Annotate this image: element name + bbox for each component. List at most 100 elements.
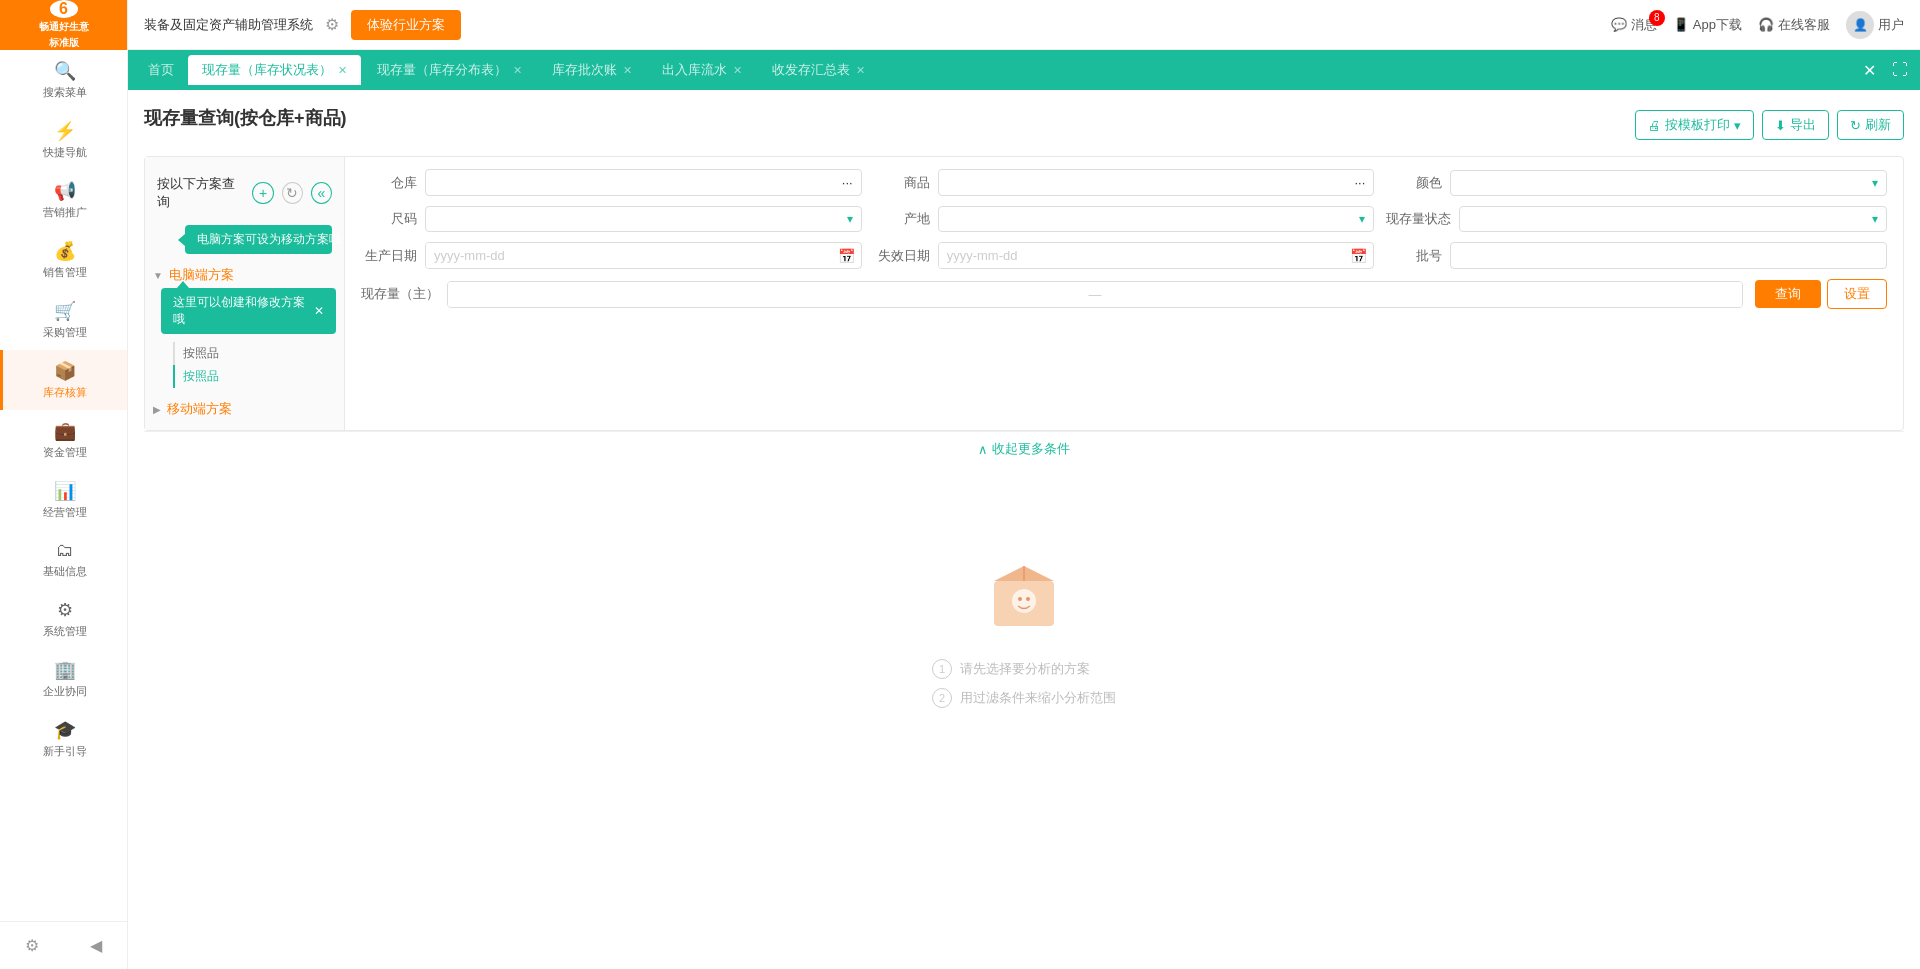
add-scheme-btn[interactable]: +	[252, 182, 273, 204]
sub-item-label: 按照品	[183, 346, 219, 360]
scheme-pc-item[interactable]: ▼ 电脑端方案	[145, 262, 344, 288]
lightning-icon: ⚡	[54, 120, 76, 142]
sidebar-item-purchase[interactable]: 🛒 采购管理	[0, 290, 127, 350]
tab-inventory-dist[interactable]: 现存量（库存分布表） ✕	[363, 55, 536, 85]
building-icon: 🏢	[54, 659, 76, 681]
export-btn[interactable]: ⬇ 导出	[1762, 110, 1829, 140]
filter-field-stock-main: 现存量（主） —	[361, 281, 1743, 308]
origin-chevron-icon: ▾	[1359, 212, 1365, 226]
back-scheme-btn[interactable]: «	[311, 182, 332, 204]
tooltip2-popup: 这里可以创建和修改方案哦 ✕	[161, 288, 336, 334]
tab-inventory-status[interactable]: 现存量（库存状况表） ✕	[188, 55, 361, 85]
user-btn[interactable]: 👤 用户	[1846, 11, 1904, 39]
sidebar-item-inventory[interactable]: 📦 库存核算	[0, 350, 127, 410]
online-support-btn[interactable]: 🎧 在线客服	[1758, 16, 1830, 34]
refresh-btn[interactable]: ↻ 刷新	[1837, 110, 1904, 140]
tab-inout-close[interactable]: ✕	[733, 64, 742, 77]
tab-recv[interactable]: 收发存汇总表 ✕	[758, 55, 879, 85]
sidebar-item-guide[interactable]: 🎓 新手引导	[0, 709, 127, 769]
size-select[interactable]: ▾	[425, 206, 862, 232]
tab-close-all-icon[interactable]: ✕	[1859, 57, 1880, 84]
stock-main-max[interactable]	[1108, 282, 1743, 307]
sidebar-item-search[interactable]: 🔍 搜索菜单	[0, 50, 127, 110]
logo-name: 畅通好生意	[39, 20, 89, 34]
scheme-mobile-item[interactable]: ▶ 移动端方案	[145, 396, 344, 422]
app-download-btn[interactable]: 📱 App下载	[1673, 16, 1742, 34]
set-btn[interactable]: 设置	[1827, 279, 1887, 309]
sidebar-item-operations[interactable]: 📊 经营管理	[0, 470, 127, 530]
online-support-label: 在线客服	[1778, 16, 1830, 34]
export-icon: ⬇	[1775, 118, 1786, 133]
stock-status-select[interactable]: ▾	[1459, 206, 1887, 232]
print-btn[interactable]: 🖨 按模板打印 ▾	[1635, 110, 1754, 140]
settings-bottom-icon[interactable]: ⚙	[21, 932, 43, 959]
tooltip2-close[interactable]: ✕	[314, 304, 324, 318]
prod-date-calendar-icon[interactable]: 📅	[832, 248, 861, 264]
tab-inventory-dist-close[interactable]: ✕	[513, 64, 522, 77]
sidebar-bottom: ⚙ ◀	[0, 921, 127, 969]
tooltip1-text: 电脑方案可设为移动方案哦	[197, 231, 341, 248]
tab-inout[interactable]: 出入库流水 ✕	[648, 55, 756, 85]
filter-label: 按以下方案查询	[157, 175, 244, 211]
refresh-scheme-btn[interactable]: ↻	[282, 182, 303, 204]
step2-text: 用过滤条件来缩小分析范围	[960, 684, 1116, 713]
filter-row-3: 生产日期 📅 失效日期 📅	[361, 242, 1887, 269]
collapse-up-icon: ∧	[978, 442, 988, 457]
tab-batch-close[interactable]: ✕	[623, 64, 632, 77]
prod-date-start[interactable]	[426, 243, 832, 268]
sidebar-item-marketing[interactable]: 📢 营销推广	[0, 170, 127, 230]
trial-btn[interactable]: 体验行业方案	[351, 10, 461, 40]
sidebar-item-label: 库存核算	[43, 385, 87, 400]
collapse-bar[interactable]: ∧ 收起更多条件	[144, 431, 1904, 466]
filter-container: 按以下方案查询 + ↻ « 电脑方案可设为移动方案哦 ✕ ▼	[144, 156, 1904, 431]
topbar: 装备及固定资产辅助管理系统 ⚙ 体验行业方案 💬 消息 8 📱 App下载 🎧 …	[128, 0, 1920, 50]
collapse-sidebar-icon[interactable]: ◀	[86, 932, 106, 959]
goods-select[interactable]: ···	[938, 169, 1375, 196]
tab-batch[interactable]: 库存批次账 ✕	[538, 55, 646, 85]
avatar: 👤	[1846, 11, 1874, 39]
batch-input[interactable]	[1450, 242, 1887, 269]
tab-inventory-status-close[interactable]: ✕	[338, 64, 347, 77]
svg-point-3	[1012, 589, 1036, 613]
tab-recv-close[interactable]: ✕	[856, 64, 865, 77]
color-select[interactable]: ▾	[1450, 170, 1887, 196]
sidebar-item-system[interactable]: ⚙ 系统管理	[0, 589, 127, 649]
origin-select[interactable]: ▾	[938, 206, 1375, 232]
tab-fullscreen-icon[interactable]: ⛶	[1888, 57, 1912, 84]
tab-home[interactable]: 首页	[136, 55, 186, 85]
stock-status-chevron-icon: ▾	[1872, 212, 1878, 226]
stock-main-min[interactable]	[448, 282, 1083, 307]
scheme-sub-list: 按照品 按照品	[145, 342, 344, 388]
expire-date-start[interactable]	[939, 243, 1345, 268]
tab-inventory-dist-label: 现存量（库存分布表）	[377, 61, 507, 79]
sidebar-item-label: 经营管理	[43, 505, 87, 520]
search-btn[interactable]: 查询	[1755, 280, 1821, 308]
page-header: 现存量查询(按仓库+商品) 🖨 按模板打印 ▾ ⬇ 导出 ↻ 刷新	[144, 106, 1904, 144]
warehouse-dots: ···	[842, 175, 853, 190]
filter-field-stock-status: 现存量状态 ▾	[1386, 206, 1887, 232]
money-icon: 💰	[54, 240, 76, 262]
sidebar-item-label: 资金管理	[43, 445, 87, 460]
scheme-sub-item-1[interactable]: 按照品	[173, 342, 344, 365]
filter-row-2: 尺码 ▾ 产地 ▾	[361, 206, 1887, 232]
topbar-settings-icon[interactable]: ⚙	[325, 15, 339, 34]
expire-date-calendar-icon[interactable]: 📅	[1344, 248, 1373, 264]
tooltip1-close[interactable]: ✕	[347, 232, 359, 248]
warehouse-select[interactable]: ···	[425, 169, 862, 196]
sidebar-item-basic[interactable]: 🗂 基础信息	[0, 530, 127, 589]
sidebar-item-sales[interactable]: 💰 销售管理	[0, 230, 127, 290]
empty-steps: 1 请先选择要分析的方案 2 用过滤条件来缩小分析范围	[932, 655, 1116, 712]
tab-home-label: 首页	[148, 61, 174, 79]
sidebar-item-label: 快捷导航	[43, 145, 87, 160]
tooltip2-container: 这里可以创建和修改方案哦 ✕	[153, 288, 336, 334]
filter-header: 按以下方案查询 + ↻ «	[145, 165, 344, 215]
sidebar-item-label: 销售管理	[43, 265, 87, 280]
sidebar-item-enterprise[interactable]: 🏢 企业协同	[0, 649, 127, 709]
sidebar-item-finance[interactable]: 💼 资金管理	[0, 410, 127, 470]
filter-field-batch: 批号	[1386, 242, 1887, 269]
message-btn[interactable]: 💬 消息 8	[1611, 16, 1657, 34]
sidebar-item-quick[interactable]: ⚡ 快捷导航	[0, 110, 127, 170]
scheme-sub-item-2[interactable]: 按照品	[173, 365, 344, 388]
page-title: 现存量查询(按仓库+商品)	[144, 106, 347, 130]
svg-point-4	[1018, 597, 1022, 601]
